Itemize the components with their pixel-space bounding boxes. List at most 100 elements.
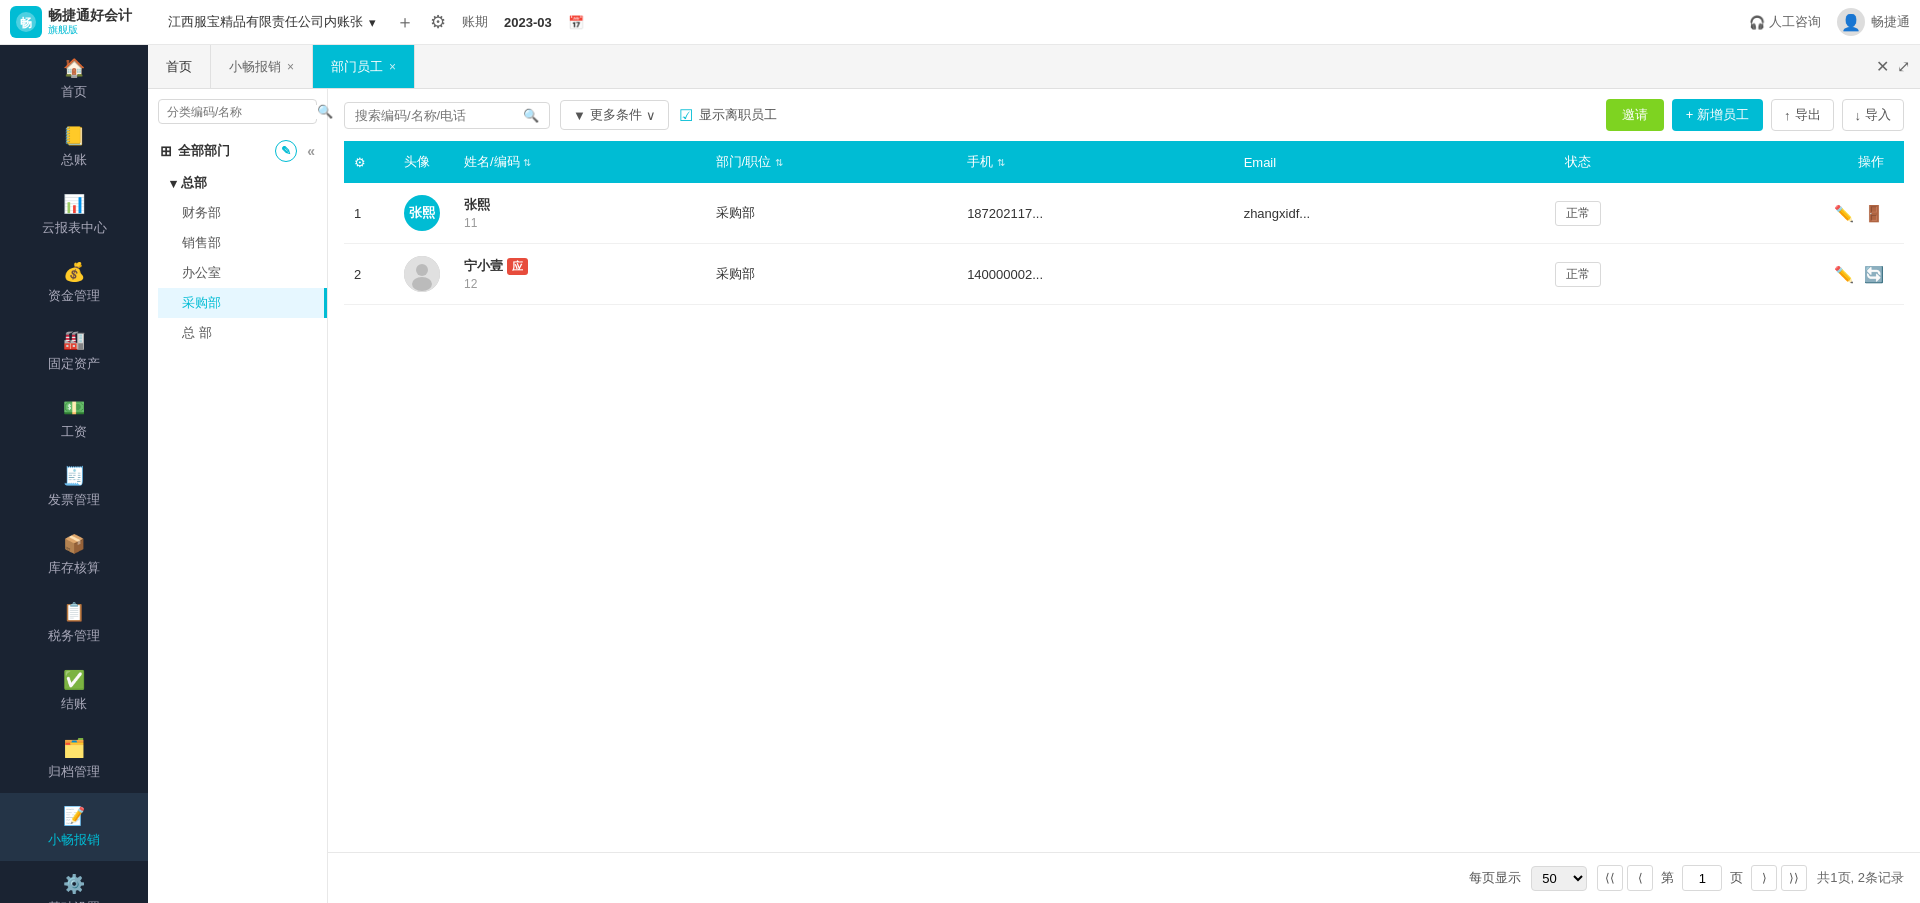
tab-expense[interactable]: 小畅报销 × <box>211 45 313 88</box>
row2-phone: 140000002... <box>957 244 1234 305</box>
expand-tab-btn[interactable]: ⤢ <box>1897 57 1910 76</box>
export-button[interactable]: ↑ 导出 <box>1771 99 1834 131</box>
next-page-button[interactable]: ⟩ <box>1751 865 1777 891</box>
sidebar-item-closing[interactable]: ✅ 结账 <box>0 657 148 725</box>
app-title-area: 畅捷通好会计 旗舰版 <box>48 7 132 38</box>
per-page-select[interactable]: 50 100 <box>1531 866 1587 891</box>
col-action-label: 操作 <box>1858 154 1884 169</box>
sidebar-item-funds[interactable]: 💰 资金管理 <box>0 249 148 317</box>
app-subtitle: 旗舰版 <box>48 23 132 37</box>
sidebar-label-expense: 小畅报销 <box>48 831 100 849</box>
dept-panel: 🔍 ⊞ 全部部门 ✎ « ▾ 总部 财务部 <box>148 89 328 903</box>
dept-tree: ▾ 总部 财务部 销售部 办公室 采购部 <box>148 168 327 348</box>
dept-item-office[interactable]: 办公室 <box>158 258 327 288</box>
row1-status-cell: 正常 <box>1483 183 1673 244</box>
search-box[interactable]: 🔍 <box>344 102 550 129</box>
all-dept-label: 全部部门 <box>178 142 230 160</box>
dept-hq-label: 总部 <box>181 174 207 192</box>
row1-edit-button[interactable]: ✏️ <box>1834 204 1854 223</box>
col-phone-sort-icon: ⇅ <box>997 157 1005 168</box>
row2-badge: 应 <box>507 258 528 275</box>
col-settings[interactable]: ⚙ <box>344 141 394 183</box>
invite-button[interactable]: 邀请 <box>1606 99 1664 131</box>
row1-logout-button[interactable]: 🚪 <box>1864 204 1884 223</box>
sidebar-item-ledger[interactable]: 📒 总账 <box>0 113 148 181</box>
tab-employees[interactable]: 部门员工 × <box>313 45 415 88</box>
employee-panel: 🔍 ▼ 更多条件 ∨ ☑ 显示离职员工 邀请 <box>328 89 1920 903</box>
sidebar-item-tax[interactable]: 📋 税务管理 <box>0 589 148 657</box>
export-icon: ↑ <box>1784 108 1791 123</box>
row1-avatar: 张熙 <box>404 195 440 231</box>
row2-name-cell: 宁小壹 应 12 <box>454 244 706 305</box>
user-avatar: 👤 <box>1837 8 1865 36</box>
col-status-label: 状态 <box>1565 154 1591 169</box>
show-resigned-toggle[interactable]: ☑ 显示离职员工 <box>679 106 777 125</box>
page-input[interactable] <box>1682 865 1722 891</box>
sidebar-item-inventory[interactable]: 📦 库存核算 <box>0 521 148 589</box>
period-value: 2023-03 <box>504 15 552 30</box>
dept-item-finance[interactable]: 财务部 <box>158 198 327 228</box>
row1-avatar-cell: 张熙 <box>394 183 454 244</box>
table-row: 1 张熙 张熙 11 采购部 <box>344 183 1904 244</box>
add-employee-button[interactable]: + 新增员工 <box>1672 99 1763 131</box>
invoice-icon: 🧾 <box>63 465 85 487</box>
dept-search-box[interactable]: 🔍 <box>158 99 317 124</box>
col-phone[interactable]: 手机 ⇅ <box>957 141 1234 183</box>
sidebar-item-home[interactable]: 🏠 首页 <box>0 45 148 113</box>
add-icon[interactable]: ＋ <box>396 10 414 34</box>
dept-edit-button[interactable]: ✎ <box>275 140 297 162</box>
tab-home[interactable]: 首页 <box>148 45 211 88</box>
import-button[interactable]: ↓ 导入 <box>1842 99 1905 131</box>
tab-employees-close[interactable]: × <box>389 60 396 74</box>
col-dept[interactable]: 部门/职位 ⇅ <box>706 141 958 183</box>
col-dept-sort-icon: ⇅ <box>775 157 783 168</box>
filter-chevron-icon: ∨ <box>646 108 656 123</box>
company-selector[interactable]: 江西服宝精品有限责任公司内账张 ▾ <box>158 13 386 31</box>
dept-all-row[interactable]: ⊞ 全部部门 ✎ « <box>148 134 327 168</box>
row1-email: zhangxidf... <box>1234 183 1483 244</box>
dropdown-icon: ▾ <box>369 15 376 30</box>
sidebar-item-expense[interactable]: 📝 小畅报销 <box>0 793 148 861</box>
tab-expense-close[interactable]: × <box>287 60 294 74</box>
service-button[interactable]: 🎧 人工咨询 <box>1749 13 1821 31</box>
last-page-button[interactable]: ⟩⟩ <box>1781 865 1807 891</box>
user-area[interactable]: 👤 畅捷通 <box>1837 8 1910 36</box>
row1-code: 11 <box>464 216 696 230</box>
sidebar-item-salary[interactable]: 💵 工资 <box>0 385 148 453</box>
main-layout: 🏠 首页 📒 总账 📊 云报表中心 💰 资金管理 🏭 固定资产 💵 工资 🧾 发… <box>0 45 1920 903</box>
sidebar-item-settings[interactable]: ⚙️ 基础设置 <box>0 861 148 903</box>
inventory-icon: 📦 <box>63 533 85 555</box>
row1-dept: 采购部 <box>706 183 958 244</box>
sidebar-label-archive: 归档管理 <box>48 763 100 781</box>
close-tab-btn[interactable]: ✕ <box>1876 57 1889 76</box>
show-resigned-label: 显示离职员工 <box>699 106 777 124</box>
sidebar-item-reports[interactable]: 📊 云报表中心 <box>0 181 148 249</box>
first-page-button[interactable]: ⟨⟨ <box>1597 865 1623 891</box>
prev-page-button[interactable]: ⟨ <box>1627 865 1653 891</box>
dept-item-sales[interactable]: 销售部 <box>158 228 327 258</box>
row2-avatar-cell <box>394 244 454 305</box>
search-input[interactable] <box>355 108 523 123</box>
dept-hq-group[interactable]: ▾ 总部 <box>158 168 327 198</box>
dept-search-input[interactable] <box>167 105 317 119</box>
dept-collapse-button[interactable]: « <box>307 143 315 159</box>
sidebar-label-inventory: 库存核算 <box>48 559 100 577</box>
dept-item-purchase[interactable]: 采购部 <box>158 288 327 318</box>
settings-icon[interactable]: ⚙ <box>430 11 446 33</box>
sidebar-item-archive[interactable]: 🗂️ 归档管理 <box>0 725 148 793</box>
row2-name-code: 宁小壹 应 12 <box>464 257 696 291</box>
col-name[interactable]: 姓名/编码 ⇅ <box>454 141 706 183</box>
closing-icon: ✅ <box>63 669 85 691</box>
dept-item-general[interactable]: 总 部 <box>158 318 327 348</box>
sidebar-item-assets[interactable]: 🏭 固定资产 <box>0 317 148 385</box>
row2-refresh-button[interactable]: 🔄 <box>1864 265 1884 284</box>
ledger-icon: 📒 <box>63 125 85 147</box>
col-email-label: Email <box>1244 155 1277 170</box>
filter-button[interactable]: ▼ 更多条件 ∨ <box>560 100 669 130</box>
calendar-icon[interactable]: 📅 <box>568 15 584 30</box>
sidebar-item-invoice[interactable]: 🧾 发票管理 <box>0 453 148 521</box>
row2-dept: 采购部 <box>706 244 958 305</box>
home-icon: 🏠 <box>63 57 85 79</box>
row2-edit-button[interactable]: ✏️ <box>1834 265 1854 284</box>
app-title: 畅捷通好会计 <box>48 7 132 24</box>
